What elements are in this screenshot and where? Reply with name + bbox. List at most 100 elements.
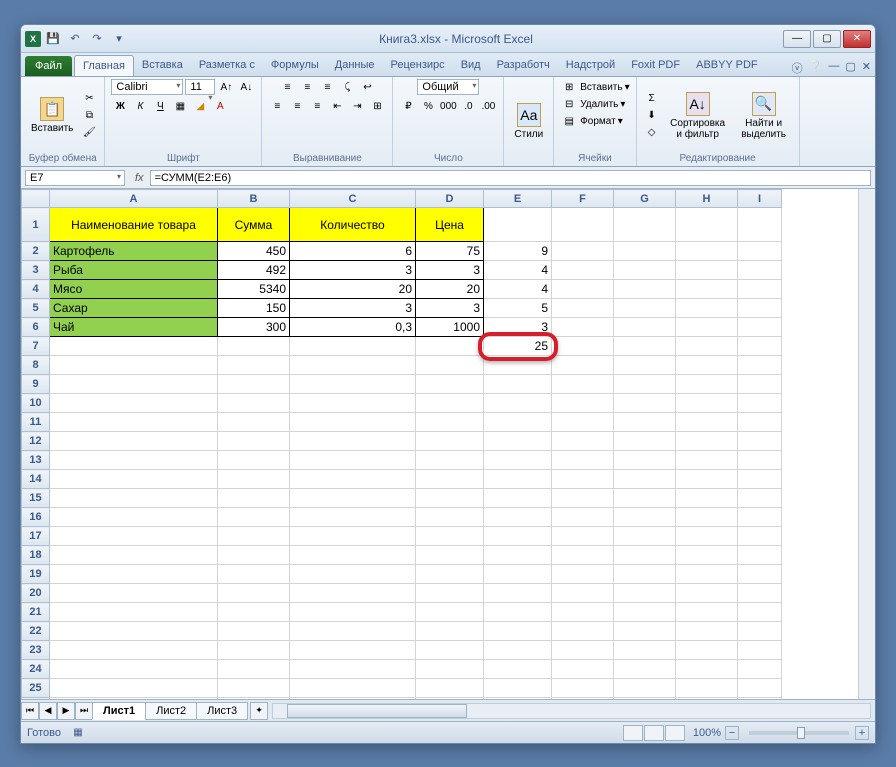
align-mid-icon[interactable]: ≡ bbox=[298, 79, 316, 95]
cell-A13[interactable] bbox=[50, 451, 218, 470]
dec-decimal-icon[interactable]: .00 bbox=[479, 98, 497, 114]
cell-G7[interactable] bbox=[614, 337, 676, 356]
row-header-17[interactable]: 17 bbox=[22, 527, 50, 546]
cell-E11[interactable] bbox=[484, 413, 552, 432]
minimize-ribbon-icon[interactable]: ⓥ bbox=[792, 60, 803, 76]
view-pagebreak-button[interactable] bbox=[665, 725, 685, 741]
cell-B22[interactable] bbox=[218, 622, 290, 641]
cell-D6[interactable]: 1000 bbox=[416, 318, 484, 337]
cell-C15[interactable] bbox=[290, 489, 416, 508]
cell-F12[interactable] bbox=[552, 432, 614, 451]
cell-G18[interactable] bbox=[614, 546, 676, 565]
cell-E19[interactable] bbox=[484, 565, 552, 584]
cell-I6[interactable] bbox=[738, 318, 782, 337]
cell-G24[interactable] bbox=[614, 660, 676, 679]
cell-B21[interactable] bbox=[218, 603, 290, 622]
row-header-11[interactable]: 11 bbox=[22, 413, 50, 432]
cell-G2[interactable] bbox=[614, 242, 676, 261]
col-header-C[interactable]: C bbox=[290, 190, 416, 208]
cell-A24[interactable] bbox=[50, 660, 218, 679]
cell-E12[interactable] bbox=[484, 432, 552, 451]
cell-G5[interactable] bbox=[614, 299, 676, 318]
row-header-8[interactable]: 8 bbox=[22, 356, 50, 375]
cell-B17[interactable] bbox=[218, 527, 290, 546]
cell-I19[interactable] bbox=[738, 565, 782, 584]
ribbon-tab-6[interactable]: Вид bbox=[453, 55, 489, 76]
grow-font-icon[interactable]: A↑ bbox=[217, 79, 235, 95]
cell-I23[interactable] bbox=[738, 641, 782, 660]
cell-C3[interactable]: 3 bbox=[290, 261, 416, 280]
cell-E21[interactable] bbox=[484, 603, 552, 622]
cell-E25[interactable] bbox=[484, 679, 552, 698]
cell-I13[interactable] bbox=[738, 451, 782, 470]
cell-A20[interactable] bbox=[50, 584, 218, 603]
merge-icon[interactable]: ⊞ bbox=[368, 98, 386, 114]
cell-I3[interactable] bbox=[738, 261, 782, 280]
cell-C8[interactable] bbox=[290, 356, 416, 375]
cell-A8[interactable] bbox=[50, 356, 218, 375]
cell-G8[interactable] bbox=[614, 356, 676, 375]
cell-G4[interactable] bbox=[614, 280, 676, 299]
cell-A22[interactable] bbox=[50, 622, 218, 641]
cell-F19[interactable] bbox=[552, 565, 614, 584]
cell-B11[interactable] bbox=[218, 413, 290, 432]
cell-C17[interactable] bbox=[290, 527, 416, 546]
autosum-icon[interactable]: Σ bbox=[643, 91, 661, 107]
doc-max-icon[interactable]: ▢ bbox=[845, 60, 855, 76]
col-header-F[interactable]: F bbox=[552, 190, 614, 208]
cell-G11[interactable] bbox=[614, 413, 676, 432]
cell-D5[interactable]: 3 bbox=[416, 299, 484, 318]
cell-H8[interactable] bbox=[676, 356, 738, 375]
cell-H10[interactable] bbox=[676, 394, 738, 413]
cell-B7[interactable] bbox=[218, 337, 290, 356]
select-all-corner[interactable] bbox=[22, 190, 50, 208]
cell-A11[interactable] bbox=[50, 413, 218, 432]
qat-more-icon[interactable]: ▾ bbox=[109, 29, 129, 49]
cell-E14[interactable] bbox=[484, 470, 552, 489]
copy-icon[interactable]: ⧉ bbox=[80, 108, 98, 124]
cell-E2[interactable]: 9 bbox=[484, 242, 552, 261]
cell-E8[interactable] bbox=[484, 356, 552, 375]
cell-H11[interactable] bbox=[676, 413, 738, 432]
cell-D7[interactable] bbox=[416, 337, 484, 356]
cell-C4[interactable]: 20 bbox=[290, 280, 416, 299]
row-header-15[interactable]: 15 bbox=[22, 489, 50, 508]
col-header-H[interactable]: H bbox=[676, 190, 738, 208]
cell-D23[interactable] bbox=[416, 641, 484, 660]
cell-I12[interactable] bbox=[738, 432, 782, 451]
cell-D20[interactable] bbox=[416, 584, 484, 603]
row-header-22[interactable]: 22 bbox=[22, 622, 50, 641]
cell-A16[interactable] bbox=[50, 508, 218, 527]
cell-H19[interactable] bbox=[676, 565, 738, 584]
align-left-icon[interactable]: ≡ bbox=[268, 98, 286, 114]
worksheet-grid[interactable]: ABCDEFGHI1Наименование товараСуммаКоличе… bbox=[21, 189, 858, 699]
cell-E10[interactable] bbox=[484, 394, 552, 413]
cell-A17[interactable] bbox=[50, 527, 218, 546]
zoom-out-button[interactable]: − bbox=[725, 726, 739, 740]
row-header-7[interactable]: 7 bbox=[22, 337, 50, 356]
cell-B23[interactable] bbox=[218, 641, 290, 660]
row-header-12[interactable]: 12 bbox=[22, 432, 50, 451]
cell-I14[interactable] bbox=[738, 470, 782, 489]
cell-F26[interactable] bbox=[552, 698, 614, 700]
font-color-icon[interactable]: A bbox=[211, 98, 229, 114]
cell-I17[interactable] bbox=[738, 527, 782, 546]
col-header-E[interactable]: E bbox=[484, 190, 552, 208]
cell-F16[interactable] bbox=[552, 508, 614, 527]
cell-I9[interactable] bbox=[738, 375, 782, 394]
minimize-button[interactable]: — bbox=[783, 30, 811, 48]
cell-F6[interactable] bbox=[552, 318, 614, 337]
cell-D16[interactable] bbox=[416, 508, 484, 527]
cell-F13[interactable] bbox=[552, 451, 614, 470]
formula-input[interactable]: =СУММ(E2:E6) bbox=[150, 170, 871, 186]
ribbon-tab-0[interactable]: Главная bbox=[74, 55, 134, 76]
cell-F11[interactable] bbox=[552, 413, 614, 432]
font-name-combo[interactable]: Calibri bbox=[111, 79, 183, 95]
row-header-23[interactable]: 23 bbox=[22, 641, 50, 660]
close-button[interactable]: ✕ bbox=[843, 30, 871, 48]
cell-G10[interactable] bbox=[614, 394, 676, 413]
cell-D13[interactable] bbox=[416, 451, 484, 470]
cell-H21[interactable] bbox=[676, 603, 738, 622]
cell-C20[interactable] bbox=[290, 584, 416, 603]
cell-I22[interactable] bbox=[738, 622, 782, 641]
